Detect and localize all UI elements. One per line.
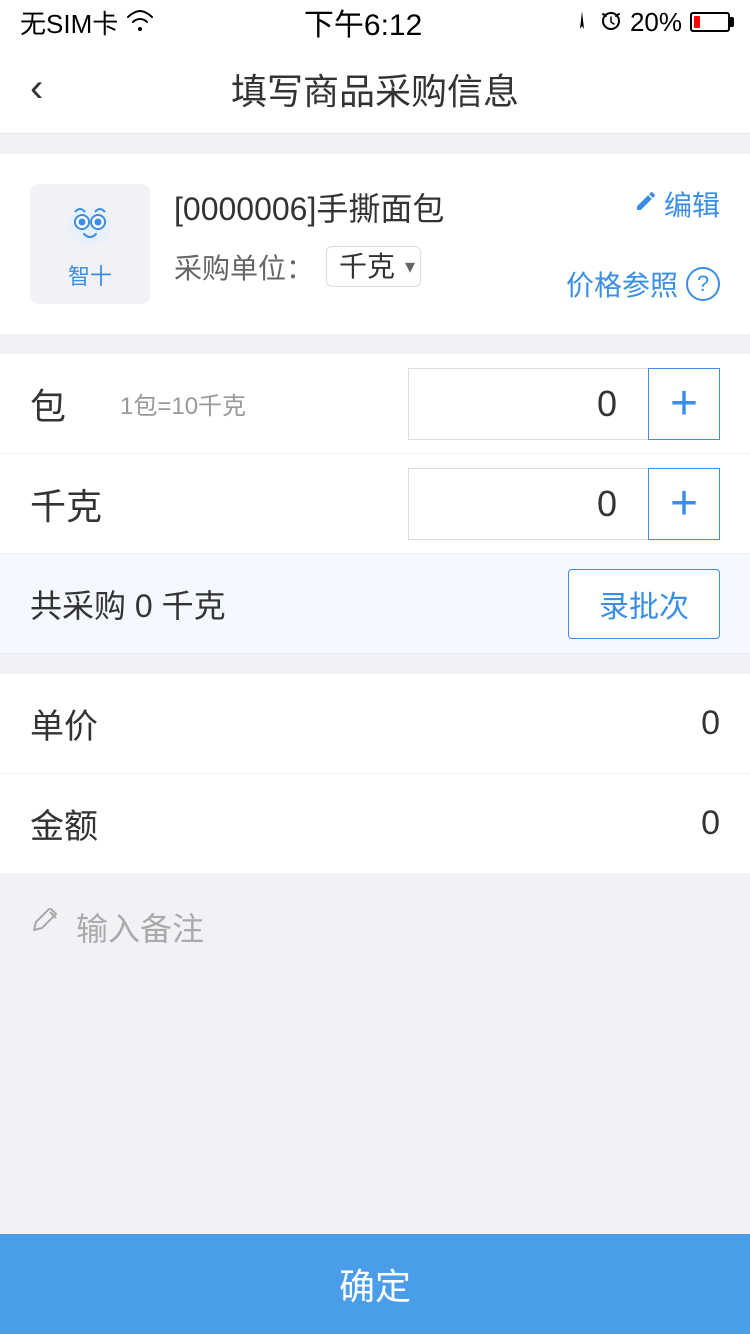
kg-plus-button[interactable]: + xyxy=(648,468,720,540)
kg-row: 千克 + xyxy=(0,454,750,554)
note-section[interactable]: 输入备注 xyxy=(0,874,750,980)
carrier-label: 无SIM卡 xyxy=(20,4,118,41)
price-ref-button[interactable]: 价格参照 ? xyxy=(566,264,720,304)
unit-price-value: 0 xyxy=(701,704,720,743)
confirm-button[interactable]: 确定 xyxy=(339,1258,411,1310)
unit-select[interactable]: 千克 xyxy=(326,246,421,287)
back-button[interactable]: ‹ xyxy=(30,66,43,111)
status-bar: 无SIM卡 下午6:12 20% xyxy=(0,0,750,44)
bag-input[interactable] xyxy=(408,368,648,440)
product-card: 智十 [0000006]手撕面包 采购单位： 千克 编辑 价格参照 ? xyxy=(0,154,750,334)
kg-input[interactable] xyxy=(408,468,648,540)
bag-input-wrap: + xyxy=(408,368,720,440)
status-time: 下午6:12 xyxy=(304,0,422,44)
total-row: 共采购 0 千克 录批次 xyxy=(0,554,750,654)
pencil-icon xyxy=(30,908,60,947)
alarm-icon xyxy=(600,7,622,38)
logo-text: 智十 xyxy=(60,259,120,291)
kg-input-wrap: + xyxy=(408,468,720,540)
amount-row: 金额 0 xyxy=(0,774,750,874)
bag-plus-button[interactable]: + xyxy=(648,368,720,440)
nav-bar: ‹ 填写商品采购信息 xyxy=(0,44,750,134)
bag-label: 包 xyxy=(30,378,110,430)
total-label: 共采购 0 千克 xyxy=(30,581,226,627)
quantity-section: 包 1包=10千克 + 千克 + 共采购 0 千克 录批次 xyxy=(0,354,750,654)
bag-sub-label: 1包=10千克 xyxy=(120,386,246,421)
status-right: 20% xyxy=(572,7,730,38)
owl-icon xyxy=(60,198,120,255)
unit-label: 采购单位： xyxy=(174,247,314,287)
bag-row: 包 1包=10千克 + xyxy=(0,354,750,454)
amount-label: 金额 xyxy=(30,799,98,848)
edit-icon xyxy=(634,188,658,220)
note-placeholder: 输入备注 xyxy=(76,904,204,950)
location-icon xyxy=(572,7,592,38)
price-section: 单价 0 金额 0 xyxy=(0,674,750,874)
unit-price-row: 单价 0 xyxy=(0,674,750,774)
price-ref-label: 价格参照 xyxy=(566,264,678,304)
page-title: 填写商品采购信息 xyxy=(231,63,519,115)
unit-price-label: 单价 xyxy=(30,699,98,748)
wifi-icon xyxy=(126,7,154,38)
status-left: 无SIM卡 xyxy=(20,4,154,41)
help-icon: ? xyxy=(686,267,720,301)
product-image: 智十 xyxy=(30,184,150,304)
confirm-bar[interactable]: 确定 xyxy=(0,1234,750,1334)
kg-label: 千克 xyxy=(30,478,110,530)
edit-button[interactable]: 编辑 xyxy=(634,184,720,224)
divider-1 xyxy=(0,334,750,354)
batch-button[interactable]: 录批次 xyxy=(568,569,720,639)
battery-icon xyxy=(690,12,730,32)
unit-select-wrap[interactable]: 千克 xyxy=(326,246,421,287)
product-logo: 智十 xyxy=(60,198,120,291)
battery-percent: 20% xyxy=(630,7,682,38)
amount-value: 0 xyxy=(701,804,720,843)
edit-label: 编辑 xyxy=(664,184,720,224)
